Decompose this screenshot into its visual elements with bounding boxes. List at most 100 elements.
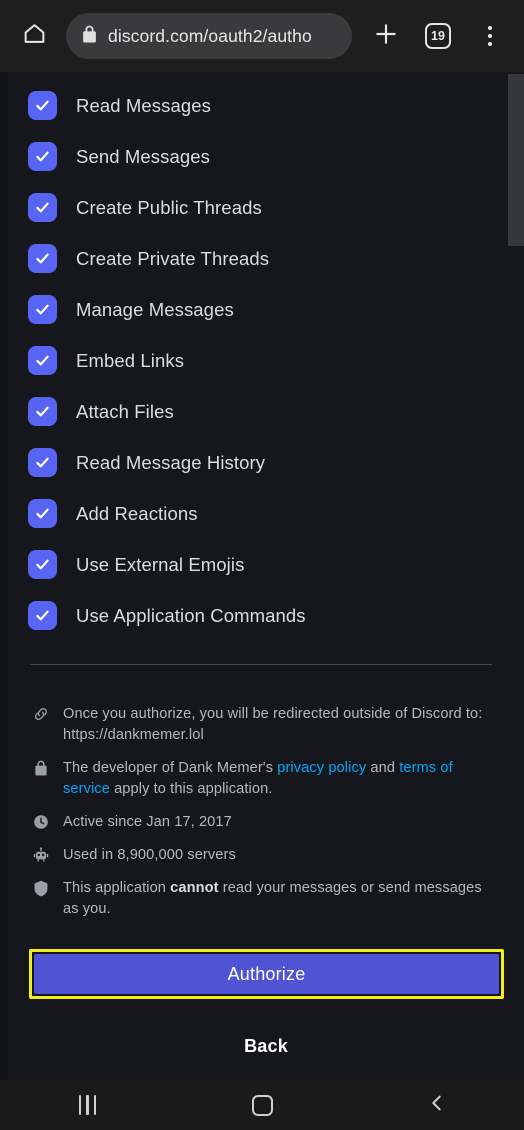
recents-button[interactable] bbox=[0, 1080, 175, 1130]
permission-label: Manage Messages bbox=[76, 298, 234, 320]
redirect-url: https://dankmemer.lol bbox=[63, 727, 204, 743]
check-icon bbox=[36, 355, 49, 366]
page-scrollbar[interactable] bbox=[508, 72, 524, 1080]
permission-label: Create Public Threads bbox=[76, 196, 262, 218]
check-icon bbox=[36, 304, 49, 315]
permission-row[interactable]: Attach Files bbox=[8, 386, 508, 437]
permission-row[interactable]: Read Messages bbox=[8, 80, 508, 131]
check-icon bbox=[36, 151, 49, 162]
info-text-active-since: Active since Jan 17, 2017 bbox=[63, 814, 232, 830]
page-left-gutter bbox=[0, 72, 8, 1080]
browser-menu-button[interactable] bbox=[468, 14, 512, 58]
permission-checkbox[interactable] bbox=[28, 142, 57, 171]
authorize-highlight-ring: Authorize bbox=[29, 949, 504, 999]
permission-row[interactable]: Send Messages bbox=[8, 131, 508, 182]
check-icon bbox=[36, 100, 49, 111]
info-text-safety: This application cannot read your messag… bbox=[63, 878, 498, 920]
policy-suffix: apply to this application. bbox=[109, 781, 273, 797]
permission-label: Read Messages bbox=[76, 94, 211, 116]
home-button-nav[interactable] bbox=[175, 1080, 350, 1130]
permission-label: Embed Links bbox=[76, 349, 185, 371]
phone-screenshot: discord.com/oauth2/autho 19 Read Message… bbox=[0, 0, 524, 1130]
info-row-active-since: Active since Jan 17, 2017 bbox=[30, 812, 498, 833]
permission-checkbox[interactable] bbox=[28, 550, 57, 579]
home-square-icon bbox=[251, 1094, 273, 1116]
permission-label: Read Message History bbox=[76, 451, 266, 473]
url-text: discord.com/oauth2/autho bbox=[108, 25, 312, 46]
back-button-nav[interactable] bbox=[349, 1080, 524, 1130]
tab-count-icon: 19 bbox=[425, 23, 451, 49]
safety-emphasis: cannot bbox=[170, 880, 219, 896]
clock-glyph bbox=[34, 815, 48, 829]
authorize-button[interactable]: Authorize bbox=[34, 954, 499, 994]
permission-label: Use Application Commands bbox=[76, 604, 306, 626]
tab-counter-button[interactable]: 19 bbox=[416, 14, 460, 58]
check-icon bbox=[36, 253, 49, 264]
home-button[interactable] bbox=[12, 14, 56, 58]
check-icon bbox=[36, 406, 49, 417]
permission-label: Send Messages bbox=[76, 145, 210, 167]
permission-row[interactable]: Use Application Commands bbox=[8, 590, 508, 641]
permission-row[interactable]: Manage Messages bbox=[8, 284, 508, 335]
check-icon bbox=[36, 457, 49, 468]
info-text-redirect: Once you authorize, you will be redirect… bbox=[63, 704, 482, 746]
lock-icon bbox=[30, 758, 52, 776]
url-bar[interactable]: discord.com/oauth2/autho bbox=[66, 13, 352, 59]
authorize-label: Authorize bbox=[227, 963, 306, 984]
overflow-menu-icon bbox=[487, 25, 493, 47]
permission-checkbox[interactable] bbox=[28, 295, 57, 324]
check-icon bbox=[36, 610, 49, 621]
permission-row[interactable]: Create Public Threads bbox=[8, 182, 508, 233]
plus-icon bbox=[373, 21, 399, 52]
permission-row[interactable]: Embed Links bbox=[8, 335, 508, 386]
permission-label: Add Reactions bbox=[76, 502, 198, 524]
permission-label: Create Private Threads bbox=[76, 247, 270, 269]
section-divider bbox=[30, 664, 492, 665]
permission-checkbox[interactable] bbox=[28, 397, 57, 426]
recents-icon bbox=[78, 1095, 97, 1115]
permission-checkbox[interactable] bbox=[28, 448, 57, 477]
oauth-actions: Authorize Back bbox=[8, 937, 524, 1080]
new-tab-button[interactable] bbox=[364, 14, 408, 58]
back-label: Back bbox=[244, 1035, 288, 1056]
bot-icon bbox=[30, 845, 52, 863]
permission-checkbox[interactable] bbox=[28, 499, 57, 528]
permission-checkbox[interactable] bbox=[28, 601, 57, 630]
oauth-page: Read Messages Send Messages Create Publi… bbox=[0, 72, 524, 1080]
permissions-list: Read Messages Send Messages Create Publi… bbox=[8, 80, 508, 641]
info-row-redirect: Once you authorize, you will be redirect… bbox=[30, 704, 498, 746]
permission-row[interactable]: Create Private Threads bbox=[8, 233, 508, 284]
lock-icon bbox=[82, 25, 97, 48]
permission-checkbox[interactable] bbox=[28, 346, 57, 375]
privacy-policy-link[interactable]: privacy policy bbox=[277, 760, 366, 776]
back-chevron-icon bbox=[426, 1092, 448, 1119]
permission-label: Attach Files bbox=[76, 400, 174, 422]
bot-glyph bbox=[33, 847, 49, 862]
permission-checkbox[interactable] bbox=[28, 91, 57, 120]
info-row-policy: The developer of Dank Memer's privacy po… bbox=[30, 758, 498, 800]
permission-checkbox[interactable] bbox=[28, 193, 57, 222]
redirect-description: Once you authorize, you will be redirect… bbox=[63, 706, 483, 722]
permission-row[interactable]: Use External Emojis bbox=[8, 539, 508, 590]
safety-prefix: This application bbox=[63, 880, 171, 896]
info-text-servers: Used in 8,900,000 servers bbox=[63, 847, 236, 863]
link-icon bbox=[30, 704, 52, 722]
permission-checkbox[interactable] bbox=[28, 244, 57, 273]
info-row-safety: This application cannot read your messag… bbox=[30, 878, 498, 920]
check-icon bbox=[36, 508, 49, 519]
tab-count-label: 19 bbox=[431, 28, 445, 43]
permission-row[interactable]: Add Reactions bbox=[8, 488, 508, 539]
info-row-servers: Used in 8,900,000 servers bbox=[30, 845, 498, 866]
android-navigation-bar bbox=[0, 1080, 524, 1130]
back-button[interactable]: Back bbox=[8, 1022, 524, 1070]
shield-glyph bbox=[34, 880, 48, 897]
permission-row[interactable]: Read Message History bbox=[8, 437, 508, 488]
shield-icon bbox=[30, 878, 52, 897]
policy-conjunction: and bbox=[366, 760, 400, 776]
clock-icon bbox=[30, 812, 52, 830]
application-info: Once you authorize, you will be redirect… bbox=[30, 704, 498, 932]
policy-prefix: The developer of Dank Memer's bbox=[63, 760, 278, 776]
scrollbar-thumb[interactable] bbox=[508, 74, 524, 246]
info-text-policy: The developer of Dank Memer's privacy po… bbox=[63, 758, 498, 800]
permission-label: Use External Emojis bbox=[76, 553, 245, 575]
